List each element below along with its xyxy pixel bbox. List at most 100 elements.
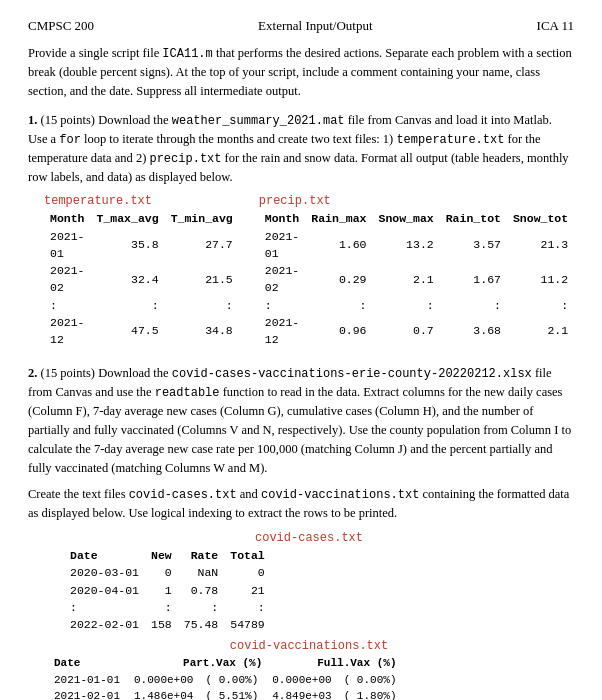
- problem-2-statement: 2. (15 points) Download the covid-cases-…: [28, 364, 574, 477]
- p2-number: 2.: [28, 366, 37, 380]
- table-row: : : : : :: [259, 297, 574, 314]
- table-row: 2021-01-01 0.000e+00 ( 0.00%) 0.000e+00 …: [48, 672, 402, 689]
- temp-col-tmin: T_min_avg: [165, 210, 239, 227]
- cases-ellipsis-new: :: [145, 599, 178, 616]
- cases-table: Date New Rate Total 2020-03-01 0 NaN 0 2…: [64, 547, 271, 633]
- vax-col-date: Date: [48, 655, 128, 672]
- precip-r1-raintot: 3.57: [440, 228, 507, 263]
- precip-col-snowmax: Snow_max: [373, 210, 440, 227]
- cases-table-section: covid-cases.txt Date New Rate Total 2020…: [44, 531, 574, 633]
- table-row: 2021-02 32.4 21.5: [44, 262, 239, 297]
- temp-col-tmax: T_max_avg: [91, 210, 165, 227]
- p1-file1: weather_summary_2021.mat: [172, 114, 345, 128]
- precip-col-raintot: Rain_tot: [440, 210, 507, 227]
- cases-col-rate: Rate: [178, 547, 225, 564]
- cases-col-new: New: [145, 547, 178, 564]
- vax-r2-part-val: 1.486e+04: [128, 688, 199, 700]
- vax-r1-part-val: 0.000e+00: [128, 672, 199, 689]
- temp-row1-tmax: 35.8: [91, 228, 165, 263]
- cases-ellipsis-date: :: [64, 599, 145, 616]
- table-row: 2021-12 47.5 34.8: [44, 314, 239, 349]
- vax-r2-full-val: 4.849e+03: [266, 688, 337, 700]
- p1-number: 1.: [28, 113, 37, 127]
- p2-casestxt: covid-cases.txt: [129, 488, 237, 502]
- precip-col-rainmax: Rain_max: [305, 210, 372, 227]
- vax-table: Date Part.Vax (%) Full.Vax (%) 2021-01-0…: [48, 655, 402, 700]
- table-row: 2021-01 1.60 13.2 3.57 21.3: [259, 228, 574, 263]
- temp-ellipsis-month: :: [44, 297, 91, 314]
- cases-r1-new: 0: [145, 564, 178, 581]
- temp-col-month: Month: [44, 210, 91, 227]
- p1-temp-txt: temperature.txt: [396, 133, 504, 147]
- cases-r1-total: 0: [224, 564, 271, 581]
- table-row: : : : :: [64, 599, 271, 616]
- p1-for: for: [59, 133, 81, 147]
- precip-ellipsis-snowmax: :: [373, 297, 440, 314]
- table-row: 2022-02-01 158 75.48 54789: [64, 616, 271, 633]
- precip-table: Month Rain_max Snow_max Rain_tot Snow_to…: [259, 210, 574, 348]
- temp-row2-tmin: 21.5: [165, 262, 239, 297]
- p1-precip-txt: precip.txt: [149, 152, 221, 166]
- table-row: 2021-12 0.96 0.7 3.68 2.1: [259, 314, 574, 349]
- vax-r1-part-pct: ( 0.00%): [199, 672, 266, 689]
- header-left: CMPSC 200: [28, 18, 94, 34]
- vax-table-section: covid-vaccinations.txt Date Part.Vax (%)…: [44, 639, 574, 700]
- temp-table-block: temperature.txt Month T_max_avg T_min_av…: [44, 194, 239, 348]
- vax-r1-date: 2021-01-01: [48, 672, 128, 689]
- cases-last-total: 54789: [224, 616, 271, 633]
- cases-r2-total: 21: [224, 582, 271, 599]
- cases-col-date: Date: [64, 547, 145, 564]
- problem-2-statement2: Create the text files covid-cases.txt an…: [28, 485, 574, 523]
- p2-vaxtxt: covid-vaccinations.txt: [261, 488, 419, 502]
- cases-r1-rate: NaN: [178, 564, 225, 581]
- p2-file1: covid-cases-vaccinations-erie-county-202…: [172, 367, 532, 381]
- precip-r2-snowmax: 2.1: [373, 262, 440, 297]
- table-row: 2021-02 0.29 2.1 1.67 11.2: [259, 262, 574, 297]
- precip-r2-rainmax: 0.29: [305, 262, 372, 297]
- cases-r2-new: 1: [145, 582, 178, 599]
- precip-r1-rainmax: 1.60: [305, 228, 372, 263]
- precip-ellipsis-snowtot: :: [507, 297, 574, 314]
- vax-r1-full-pct: ( 0.00%): [338, 672, 403, 689]
- precip-r1-snowtot: 21.3: [507, 228, 574, 263]
- p2-readtable: readtable: [155, 386, 220, 400]
- precip-last-snowmax: 0.7: [373, 314, 440, 349]
- table-row: 2021-02-01 1.486e+04 ( 5.51%) 4.849e+03 …: [48, 688, 402, 700]
- cases-r2-date: 2020-04-01: [64, 582, 145, 599]
- precip-ellipsis-rainmax: :: [305, 297, 372, 314]
- table-row: 2020-04-01 1 0.78 21: [64, 582, 271, 599]
- vax-r2-part-pct: ( 5.51%): [199, 688, 266, 700]
- cases-r2-rate: 0.78: [178, 582, 225, 599]
- cases-ellipsis-rate: :: [178, 599, 225, 616]
- vax-col-partvax: Part.Vax (%): [128, 655, 266, 672]
- precip-r1-snowmax: 13.2: [373, 228, 440, 263]
- temp-last-tmax: 47.5: [91, 314, 165, 349]
- temp-row1-month: 2021-01: [44, 228, 91, 263]
- table-row: 2020-03-01 0 NaN 0: [64, 564, 271, 581]
- cases-table-title: covid-cases.txt: [44, 531, 574, 545]
- precip-r2-month: 2021-02: [259, 262, 306, 297]
- precip-col-month: Month: [259, 210, 306, 227]
- temp-row2-month: 2021-02: [44, 262, 91, 297]
- precip-ellipsis-raintot: :: [440, 297, 507, 314]
- table-row: 2021-01 35.8 27.7: [44, 228, 239, 263]
- precip-table-block: precip.txt Month Rain_max Snow_max Rain_…: [259, 194, 574, 348]
- precip-last-snowtot: 2.1: [507, 314, 574, 349]
- temp-ellipsis-tmax: :: [91, 297, 165, 314]
- precip-ellipsis-month: :: [259, 297, 306, 314]
- vax-col-fullvax: Full.Vax (%): [266, 655, 402, 672]
- header-right: ICA 11: [537, 18, 574, 34]
- problem-1-statement: 1. (15 points) Download the weather_summ…: [28, 111, 574, 187]
- header-center: External Input/Output: [258, 18, 372, 34]
- intro-filename: ICA11.m: [162, 47, 212, 61]
- precip-col-snowtot: Snow_tot: [507, 210, 574, 227]
- temp-row2-tmax: 32.4: [91, 262, 165, 297]
- temp-last-tmin: 34.8: [165, 314, 239, 349]
- precip-r2-snowtot: 11.2: [507, 262, 574, 297]
- temp-last-month: 2021-12: [44, 314, 91, 349]
- intro-text: Provide a single script file ICA11.m tha…: [28, 44, 574, 101]
- cases-last-rate: 75.48: [178, 616, 225, 633]
- problem-1: 1. (15 points) Download the weather_summ…: [28, 111, 574, 349]
- temp-ellipsis-tmin: :: [165, 297, 239, 314]
- vax-r1-full-val: 0.000e+00: [266, 672, 337, 689]
